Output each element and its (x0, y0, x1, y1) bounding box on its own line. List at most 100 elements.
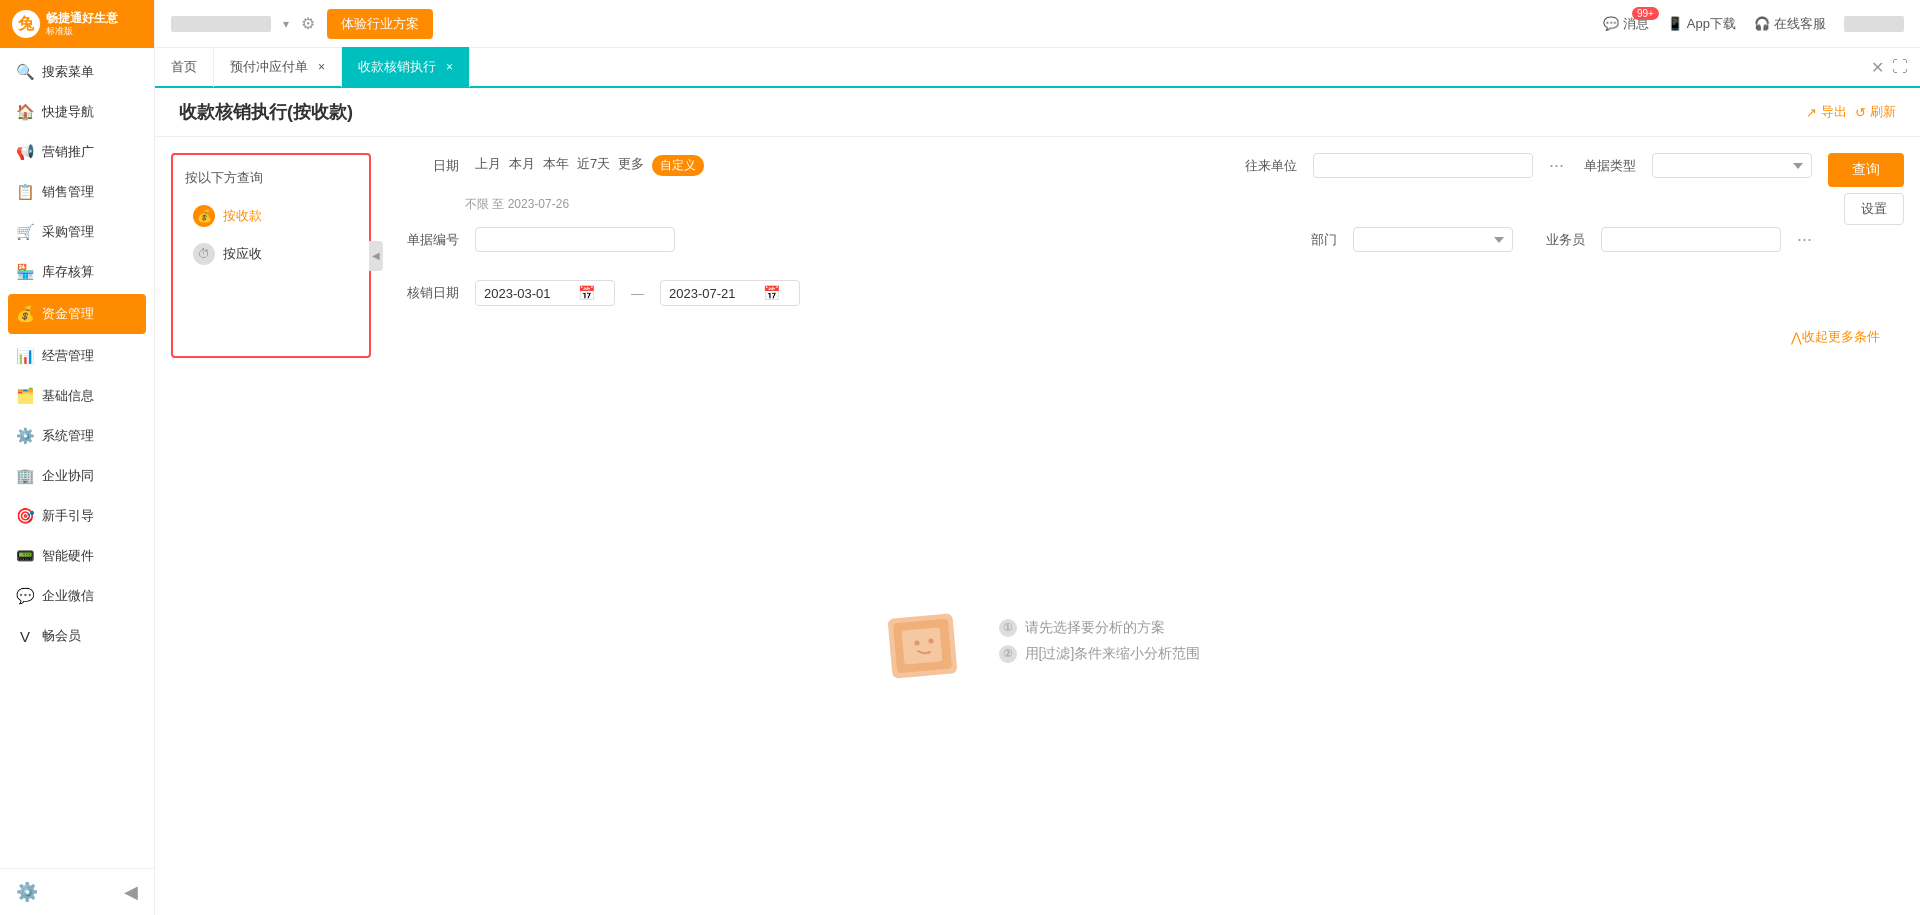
sidebar-item-purchase[interactable]: 🛒 采购管理 (0, 212, 154, 252)
verify-date-end-field[interactable]: 📅 (660, 280, 800, 306)
topbar: ▾ ⚙ 体验行业方案 💬 消息 99+ 📱 App下载 🎧 在线客服 (155, 0, 1920, 48)
verify-date-start-calendar-icon[interactable]: 📅 (578, 285, 595, 301)
verify-date-start-field[interactable]: 📅 (475, 280, 615, 306)
member-icon: V (16, 627, 34, 645)
export-icon: ↗ (1806, 105, 1817, 120)
filter-area: 按以下方查询 💰 按收款 ⏱ 按应收 ◀ (155, 137, 1920, 366)
sidebar-header: 兔 畅捷通好生意 标准版 (0, 0, 154, 48)
tab-prepay[interactable]: 预付冲应付单 × (214, 47, 342, 87)
guide-icon: 🎯 (16, 507, 34, 525)
salesperson-label: 业务员 (1529, 231, 1585, 249)
sidebar-item-guide-label: 新手引导 (42, 507, 94, 525)
sidebar-item-guide[interactable]: 🎯 新手引导 (0, 496, 154, 536)
collapse-more-button[interactable]: ⋀ 收起更多条件 (403, 320, 1904, 358)
page-header-actions: ↗ 导出 ↺ 刷新 (1806, 103, 1896, 121)
settings-footer-icon[interactable]: ⚙️ (16, 881, 38, 903)
tip-text-2: 用[过滤]条件来缩小分析范围 (1025, 645, 1201, 663)
sidebar-item-basic-info-label: 基础信息 (42, 387, 94, 405)
sidebar-item-hardware[interactable]: 📟 智能硬件 (0, 536, 154, 576)
verify-date-start-input[interactable] (484, 286, 574, 301)
sidebar-item-search[interactable]: 🔍 搜索菜单 (0, 52, 154, 92)
wechat-icon: 💬 (16, 587, 34, 605)
shortcut-this-month[interactable]: 本月 (509, 155, 535, 176)
sidebar: 兔 畅捷通好生意 标准版 🔍 搜索菜单 🏠 快捷导航 📢 营销推广 📋 销售管理… (0, 0, 155, 915)
sidebar-item-member[interactable]: V 畅会员 (0, 616, 154, 656)
settings-button[interactable]: 设置 (1844, 193, 1904, 225)
sidebar-item-search-label: 搜索菜单 (42, 63, 94, 81)
sidebar-item-operations-label: 经营管理 (42, 347, 94, 365)
shortcut-last-month[interactable]: 上月 (475, 155, 501, 176)
sidebar-item-quicknav-label: 快捷导航 (42, 103, 94, 121)
sidebar-item-wechat[interactable]: 💬 企业微信 (0, 576, 154, 616)
tab-collection[interactable]: 收款核销执行 × (342, 47, 470, 87)
counterparty-input[interactable] (1313, 153, 1533, 178)
sidebar-item-inventory[interactable]: 🏪 库存核算 (0, 252, 154, 292)
shortcut-7days[interactable]: 近7天 (577, 155, 610, 176)
receivable-option-label: 按应收 (223, 245, 262, 263)
sidebar-item-system[interactable]: ⚙️ 系统管理 (0, 416, 154, 456)
sidebar-item-quicknav[interactable]: 🏠 快捷导航 (0, 92, 154, 132)
doc-no-input[interactable] (475, 227, 675, 252)
online-service-button[interactable]: 🎧 在线客服 (1754, 15, 1826, 33)
dept-label: 部门 (1281, 231, 1337, 249)
tab-home[interactable]: 首页 (155, 47, 214, 87)
filter-row-2: 单据编号 部门 业务员 ··· (403, 227, 1812, 252)
verify-date-end-input[interactable] (669, 286, 759, 301)
filter-row-1: 日期 上月 本月 本年 近7天 更多 自定义 (403, 153, 1812, 178)
verify-date-end-calendar-icon[interactable]: 📅 (763, 285, 780, 301)
svg-rect-2 (901, 627, 942, 664)
tab-collection-close[interactable]: × (446, 60, 453, 74)
date-shortcuts: 上月 本月 本年 近7天 更多 自定义 (475, 155, 704, 176)
filter-option-by-receivable[interactable]: ⏱ 按应收 (173, 235, 369, 273)
system-icon: ⚙️ (16, 427, 34, 445)
sidebar-item-basic-info[interactable]: 🗂️ 基础信息 (0, 376, 154, 416)
app-logo: 兔 (12, 10, 40, 38)
messages-button[interactable]: 💬 消息 99+ (1603, 15, 1649, 33)
counterparty-ellipsis[interactable]: ··· (1549, 155, 1564, 176)
sales-icon: 📋 (16, 183, 34, 201)
panel-collapse-button[interactable]: ◀ (369, 241, 383, 271)
shortcut-custom[interactable]: 自定义 (652, 155, 704, 176)
counterparty-label: 往来单位 (1241, 157, 1297, 175)
filter-option-by-receipt[interactable]: 💰 按收款 (173, 197, 369, 235)
marketing-icon: 📢 (16, 143, 34, 161)
refresh-button[interactable]: ↺ 刷新 (1855, 103, 1896, 121)
doc-type-select[interactable] (1652, 153, 1812, 178)
shortcut-this-year[interactable]: 本年 (543, 155, 569, 176)
tip-text-1: 请先选择要分析的方案 (1025, 619, 1165, 637)
receipt-option-label: 按收款 (223, 207, 262, 225)
content: 收款核销执行(按收款) ↗ 导出 ↺ 刷新 按以下方查询 💰 按收款 (155, 88, 1920, 915)
tab-prepay-close[interactable]: × (318, 60, 325, 74)
sidebar-item-system-label: 系统管理 (42, 427, 94, 445)
collapse-sidebar-icon[interactable]: ◀ (124, 881, 138, 903)
doc-type-label: 单据类型 (1580, 157, 1636, 175)
tab-collection-label: 收款核销执行 (358, 58, 436, 76)
tabbar-actions: ✕ ⛶ (1871, 58, 1920, 77)
sidebar-item-sales[interactable]: 📋 销售管理 (0, 172, 154, 212)
solution-button[interactable]: 体验行业方案 (327, 9, 433, 39)
app-icon: 📱 (1667, 16, 1683, 31)
sidebar-nav: 🔍 搜索菜单 🏠 快捷导航 📢 营销推广 📋 销售管理 🛒 采购管理 🏪 库存核… (0, 48, 154, 868)
page-title: 收款核销执行(按收款) (179, 100, 353, 124)
refresh-icon: ↺ (1855, 105, 1866, 120)
expand-tab-icon[interactable]: ⛶ (1892, 58, 1908, 76)
sidebar-item-operations[interactable]: 📊 经营管理 (0, 336, 154, 376)
funds-icon: 💰 (16, 305, 34, 323)
sidebar-item-enterprise[interactable]: 🏢 企业协同 (0, 456, 154, 496)
main-area: ▾ ⚙ 体验行业方案 💬 消息 99+ 📱 App下载 🎧 在线客服 首页 (155, 0, 1920, 915)
topbar-gear-icon[interactable]: ⚙ (301, 14, 315, 33)
salesperson-ellipsis[interactable]: ··· (1797, 229, 1812, 250)
export-button[interactable]: ↗ 导出 (1806, 103, 1847, 121)
operations-icon: 📊 (16, 347, 34, 365)
salesperson-input[interactable] (1601, 227, 1781, 252)
sidebar-item-funds[interactable]: 💰 资金管理 (8, 294, 146, 334)
query-button[interactable]: 查询 (1828, 153, 1904, 187)
app-download-button[interactable]: 📱 App下载 (1667, 15, 1736, 33)
close-tab-icon[interactable]: ✕ (1871, 58, 1884, 77)
sidebar-item-marketing[interactable]: 📢 营销推广 (0, 132, 154, 172)
shortcut-more[interactable]: 更多 (618, 155, 644, 176)
sidebar-item-wechat-label: 企业微信 (42, 587, 94, 605)
svg-point-4 (928, 638, 933, 643)
dept-select[interactable] (1353, 227, 1513, 252)
empty-svg (875, 591, 975, 691)
